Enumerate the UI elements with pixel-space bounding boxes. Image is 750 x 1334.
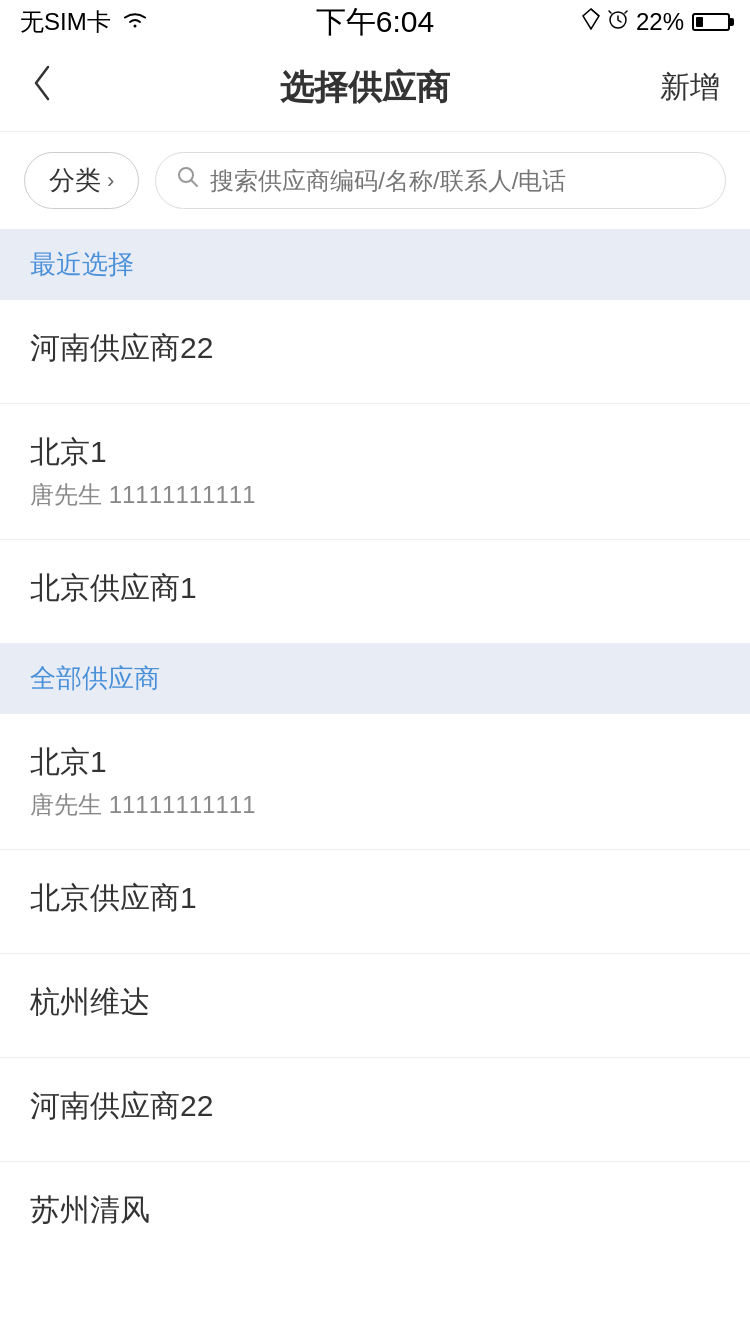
all-items-list: 北京1 唐先生 11111111111 北京供应商1 杭州维达 河南供应商22 … (0, 714, 750, 1265)
search-box[interactable] (155, 152, 726, 209)
item-name: 杭州维达 (30, 982, 720, 1023)
status-right: 22% (582, 8, 730, 36)
back-button[interactable] (30, 63, 90, 112)
category-button[interactable]: 分类 › (24, 152, 139, 209)
recent-section-header: 最近选择 (0, 229, 750, 300)
search-icon (176, 165, 200, 196)
alarm-icon (608, 8, 628, 36)
item-name: 北京1 (30, 432, 720, 473)
all-section-header: 全部供应商 (0, 643, 750, 714)
item-name: 北京供应商1 (30, 568, 720, 609)
chevron-right-icon: › (107, 168, 114, 194)
item-name: 北京供应商1 (30, 878, 720, 919)
status-bar: 无SIM卡 下午6:04 22% (0, 0, 750, 44)
list-item[interactable]: 河南供应商22 (0, 300, 750, 404)
search-input[interactable] (210, 167, 705, 195)
category-label: 分类 (49, 163, 101, 198)
list-item[interactable]: 河南供应商22 (0, 1058, 750, 1162)
recent-section-label: 最近选择 (30, 249, 134, 279)
item-name: 北京1 (30, 742, 720, 783)
item-name: 河南供应商22 (30, 328, 720, 369)
add-button[interactable]: 新增 (640, 67, 720, 108)
item-detail: 唐先生 11111111111 (30, 479, 720, 511)
list-item[interactable]: 北京供应商1 (0, 850, 750, 954)
list-item[interactable]: 北京1 唐先生 11111111111 (0, 714, 750, 850)
list-item[interactable]: 杭州维达 (0, 954, 750, 1058)
battery-icon (692, 13, 730, 31)
status-left: 无SIM卡 (20, 6, 149, 38)
list-item[interactable]: 北京1 唐先生 11111111111 (0, 404, 750, 540)
filter-bar: 分类 › (0, 132, 750, 229)
list-item[interactable]: 北京供应商1 (0, 540, 750, 643)
carrier-text: 无SIM卡 (20, 6, 111, 38)
item-name: 苏州清风 (30, 1190, 720, 1231)
status-time: 下午6:04 (316, 2, 434, 43)
recent-items-list: 河南供应商22 北京1 唐先生 11111111111 北京供应商1 (0, 300, 750, 643)
list-item[interactable]: 苏州清风 (0, 1162, 750, 1265)
item-detail: 唐先生 11111111111 (30, 789, 720, 821)
wifi-icon (121, 8, 149, 36)
all-section-label: 全部供应商 (30, 663, 160, 693)
item-name: 河南供应商22 (30, 1086, 720, 1127)
nav-bar: 选择供应商 新增 (0, 44, 750, 132)
location-icon (582, 8, 600, 36)
battery-percent: 22% (636, 8, 684, 36)
page-title: 选择供应商 (90, 65, 640, 111)
